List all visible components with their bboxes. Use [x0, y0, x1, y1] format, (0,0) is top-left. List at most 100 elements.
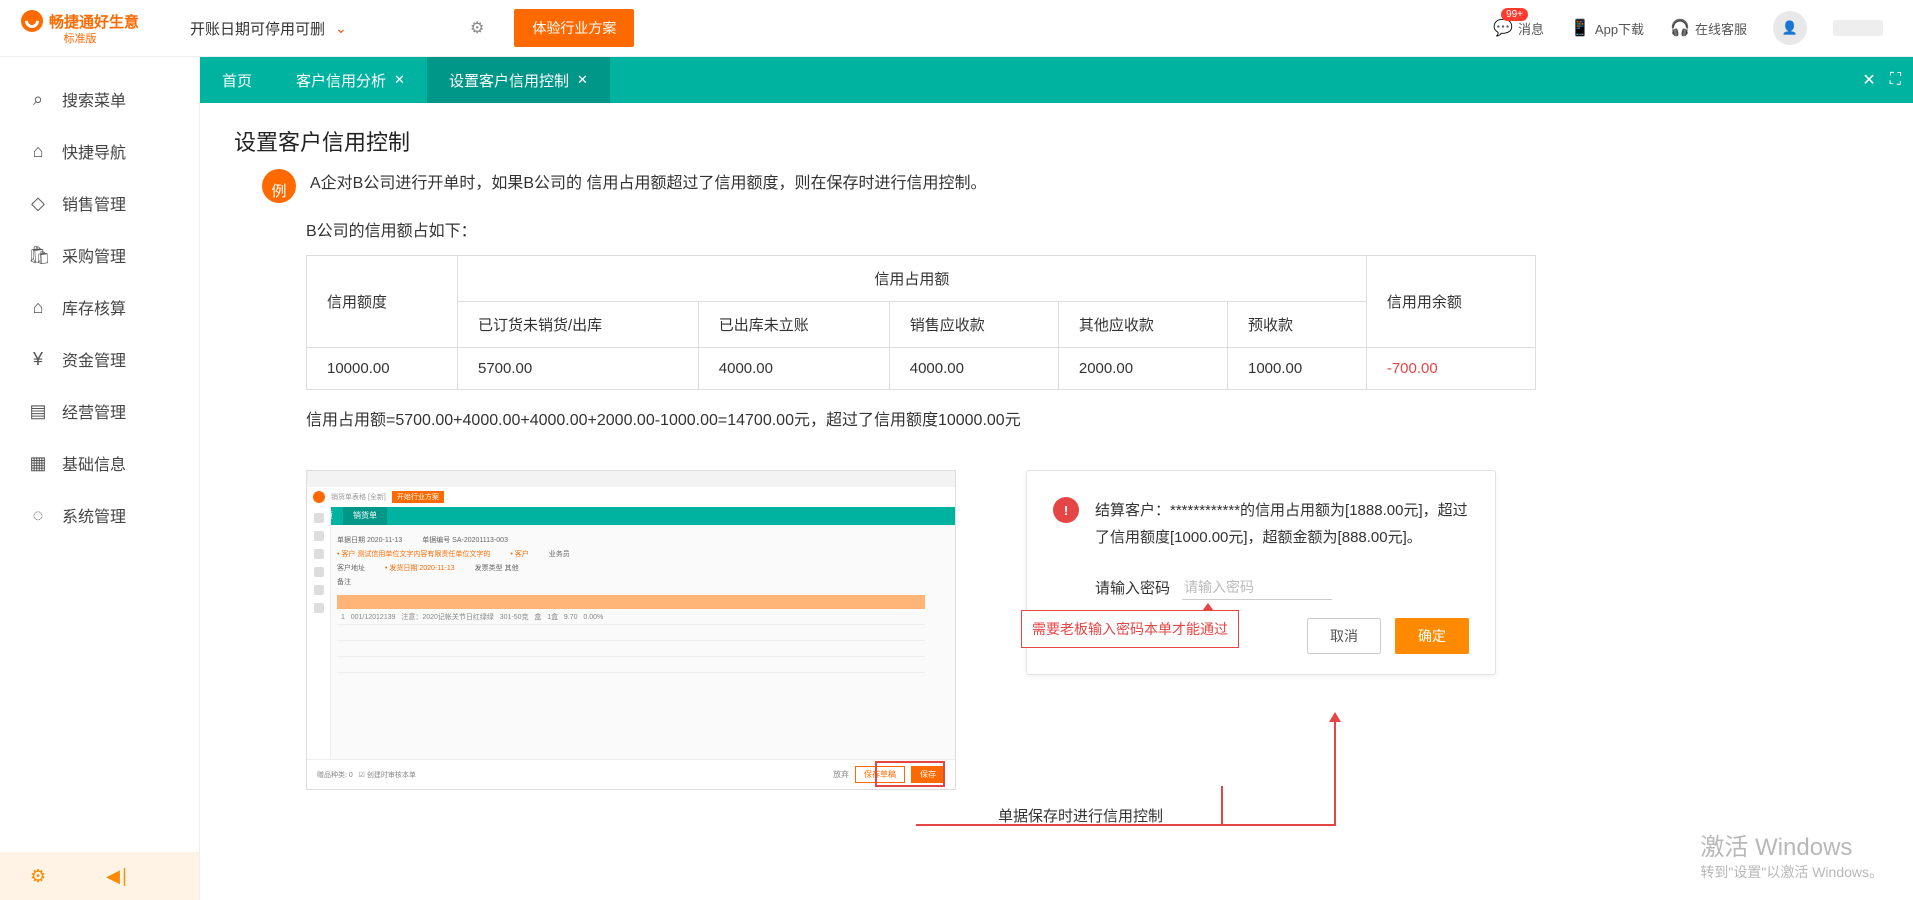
- th-sub: 销售应收款: [889, 302, 1058, 348]
- th-sub: 其他应收款: [1058, 302, 1227, 348]
- sidebar-item-label: 采购管理: [62, 243, 126, 267]
- sidebar-item-label: 资金管理: [62, 347, 126, 371]
- sidebar-item-0[interactable]: ⌕ 搜索菜单: [0, 73, 199, 125]
- sidebar-item-7[interactable]: ▦基础信息: [0, 437, 199, 489]
- tab-close-icon[interactable]: ✕: [577, 72, 588, 88]
- cancel-button[interactable]: 取消: [1307, 618, 1381, 654]
- close-tab-icon[interactable]: ✕: [1862, 70, 1875, 90]
- sidebar-item-8[interactable]: ◌ 系统管理: [0, 489, 199, 541]
- credit-table: 信用额度 信用占用额 信用用余额 已订货未销货/出库已出库未立账销售应收款其他应…: [306, 255, 1536, 390]
- td-balance: -700.00: [1366, 348, 1535, 390]
- tab-close-icon[interactable]: ✕: [394, 72, 405, 88]
- connector-line: [1334, 720, 1336, 826]
- save-highlight-box: [875, 761, 945, 787]
- warning-icon: !: [1053, 497, 1079, 523]
- sidebar-item-5[interactable]: ¥ 资金管理: [0, 333, 199, 385]
- messages-label: 消息: [1518, 19, 1544, 38]
- sidebar-item-6[interactable]: ▤ 经营管理: [0, 385, 199, 437]
- page-title: 设置客户信用控制: [200, 103, 1913, 169]
- tab-label: 客户信用分析: [296, 70, 386, 91]
- sidebar-item-2[interactable]: ◇ 销售管理: [0, 177, 199, 229]
- account-selector-label: 开账日期可停用可删: [190, 18, 325, 39]
- cta-button[interactable]: 体验行业方案: [514, 9, 634, 47]
- sidebar-item-label: 搜索菜单: [62, 87, 126, 111]
- sidebar-item-label: 库存核算: [62, 295, 126, 319]
- tab-label: 首页: [222, 70, 252, 91]
- brand-edition: 标准版: [64, 30, 97, 46]
- password-callout: 需要老板输入密码本单才能通过: [1021, 610, 1239, 648]
- brand-logo[interactable]: 畅捷通好生意 标准版: [0, 6, 160, 50]
- sidebar-footer: ⚙ ◀∣: [0, 852, 199, 900]
- th-usage-group: 信用占用额: [457, 256, 1366, 302]
- gear-icon[interactable]: ⚙: [470, 18, 484, 38]
- sidebar-icon: ⌕: [28, 89, 48, 110]
- th-credit-limit: 信用额度: [307, 256, 458, 348]
- figure-row: 销货单表格 [全新] 开始行业方案 首页 销货单 单据日期 2020-11-13…: [306, 470, 1855, 790]
- brand-name: 畅捷通好生意: [49, 11, 139, 32]
- th-sub: 已订货未销货/出库: [457, 302, 698, 348]
- ok-button[interactable]: 确定: [1395, 618, 1469, 654]
- sidebar-item-label: 快捷导航: [62, 139, 126, 163]
- tab-1[interactable]: 客户信用分析 ✕: [274, 57, 427, 103]
- messages-badge: 99+: [1501, 8, 1528, 21]
- credit-warning-dialog: ! 结算客户：************的信用占用额为[1888.00元]，超过了…: [1026, 470, 1496, 675]
- support-label: 在线客服: [1695, 19, 1747, 38]
- chat-icon: 💬: [1493, 18, 1513, 38]
- collapse-sidebar-icon[interactable]: ◀∣: [106, 866, 129, 887]
- sidebar-icon: ◌: [28, 505, 48, 526]
- app-download-link[interactable]: 📱 App下载: [1570, 18, 1644, 38]
- account-selector[interactable]: 开账日期可停用可删 ⌄: [190, 18, 450, 39]
- content-scroll[interactable]: 例 A企对B公司进行开单时，如果B公司的 信用占用额超过了信用额度，则在保存时进…: [200, 169, 1913, 900]
- user-name-placeholder: [1833, 20, 1883, 36]
- password-label: 请输入密码: [1095, 577, 1170, 598]
- arrow-up-icon: [1329, 712, 1341, 722]
- settings-icon[interactable]: ⚙: [30, 866, 46, 887]
- sidebar: ⌕ 搜索菜单 ⌂ 快捷导航 ◇ 销售管理 🛍 采购管理 ⌂ 库存核算 ¥ 资金管理 ▤ 经营管理 ▦基础信息…: [0, 57, 200, 900]
- td-usage: 5700.00: [457, 348, 698, 390]
- example-badge-icon: 例: [262, 169, 296, 203]
- fullscreen-icon[interactable]: ⛶: [1890, 71, 1901, 89]
- avatar[interactable]: 👤: [1773, 11, 1807, 45]
- th-balance: 信用用余额: [1366, 256, 1535, 348]
- td-limit: 10000.00: [307, 348, 458, 390]
- example-text: A企对B公司进行开单时，如果B公司的 信用占用额超过了信用额度，则在保存时进行信…: [310, 169, 986, 199]
- figure-caption: 单据保存时进行信用控制: [998, 805, 1163, 826]
- sidebar-icon: ⌂: [28, 297, 48, 318]
- mini-tab-voucher: 销货单: [343, 507, 387, 525]
- dialog-message: 结算客户：************的信用占用额为[1888.00元]，超过了信用…: [1095, 497, 1469, 551]
- app-download-label: App下载: [1595, 19, 1644, 38]
- sidebar-icon: ¥: [28, 349, 48, 370]
- sidebar-item-label: 经营管理: [62, 399, 126, 423]
- mini-cta: 开始行业方案: [392, 491, 444, 503]
- sidebar-item-label: 基础信息: [62, 451, 126, 475]
- sidebar-item-label: 系统管理: [62, 503, 126, 527]
- messages-link[interactable]: 💬 消息 99+: [1493, 18, 1544, 38]
- voucher-screenshot: 销货单表格 [全新] 开始行业方案 首页 销货单 单据日期 2020-11-13…: [306, 470, 956, 790]
- example-subtitle: B公司的信用额占如下：: [306, 217, 1855, 241]
- td-usage: 4000.00: [889, 348, 1058, 390]
- tab-0[interactable]: 首页: [200, 57, 274, 103]
- calculation-text: 信用占用额=5700.00+4000.00+4000.00+2000.00-10…: [306, 406, 1855, 430]
- sidebar-icon: ⌂: [28, 141, 48, 162]
- th-sub: 已出库未立账: [698, 302, 889, 348]
- sidebar-item-3[interactable]: 🛍 采购管理: [0, 229, 199, 281]
- password-input[interactable]: [1182, 575, 1332, 600]
- mobile-icon: 📱: [1570, 18, 1590, 38]
- sidebar-icon: 🛍: [28, 245, 48, 266]
- connector-line: [1221, 786, 1223, 826]
- top-header: 畅捷通好生意 标准版 开账日期可停用可删 ⌄ ⚙ 体验行业方案 💬 消息 99+…: [0, 0, 1913, 57]
- sidebar-item-label: 销售管理: [62, 191, 126, 215]
- sidebar-icon: ◇: [28, 193, 48, 214]
- sidebar-item-4[interactable]: ⌂ 库存核算: [0, 281, 199, 333]
- headset-icon: 🎧: [1670, 18, 1690, 38]
- td-usage: 4000.00: [698, 348, 889, 390]
- support-link[interactable]: 🎧 在线客服: [1670, 18, 1747, 38]
- tab-bar: 首页客户信用分析✕设置客户信用控制✕ ✕ ⛶: [200, 57, 1913, 103]
- mini-logo-icon: [313, 491, 325, 503]
- sidebar-icon: ▤: [28, 401, 48, 422]
- th-sub: 预收款: [1228, 302, 1367, 348]
- sidebar-item-1[interactable]: ⌂ 快捷导航: [0, 125, 199, 177]
- chevron-down-icon: ⌄: [335, 20, 347, 37]
- logo-icon: [21, 10, 43, 32]
- tab-2[interactable]: 设置客户信用控制✕: [427, 57, 610, 103]
